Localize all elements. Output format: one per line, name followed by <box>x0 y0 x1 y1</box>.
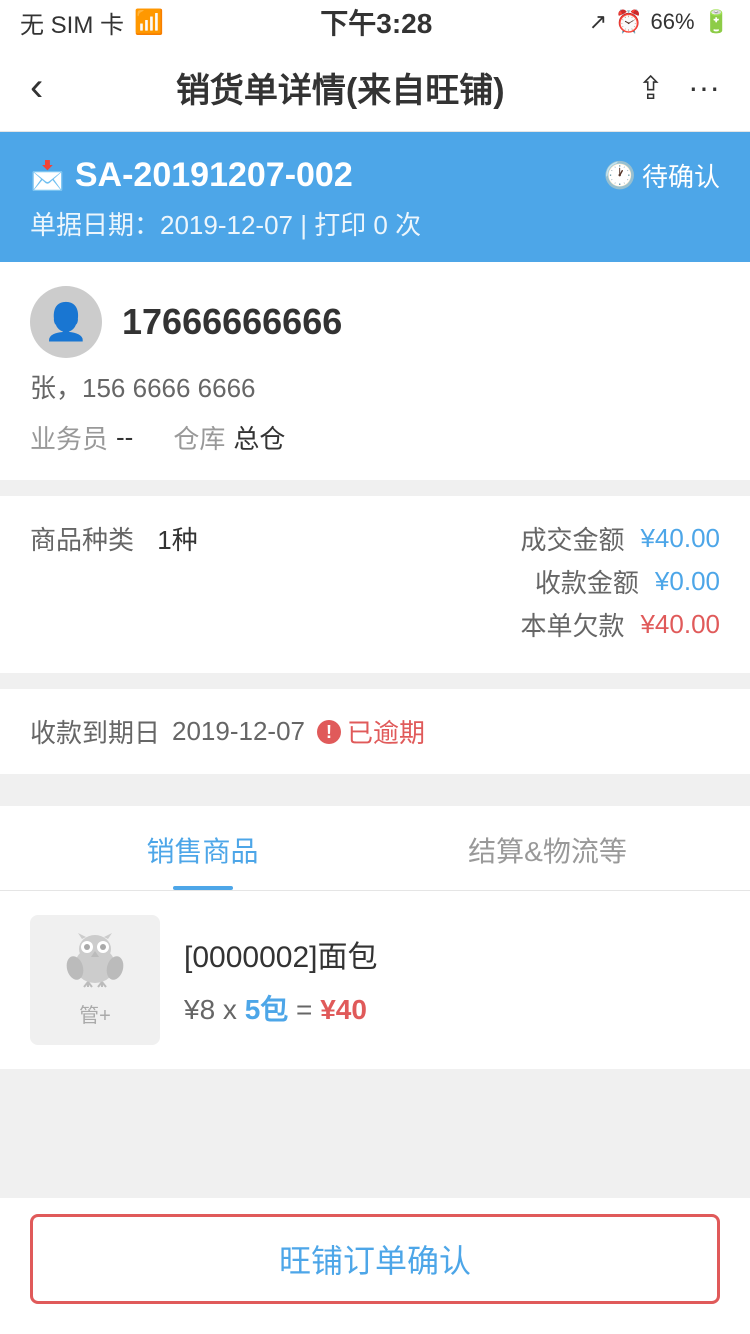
section-divider <box>0 790 750 806</box>
amount-row: 成交金额 ¥40.00 <box>520 520 720 557</box>
nav-bar: ‹ 销货单详情(来自旺铺) ⇪ ··· <box>0 44 750 132</box>
back-button[interactable]: ‹ <box>30 65 43 110</box>
received-row: 收款金额 ¥0.00 <box>520 563 720 600</box>
product-owl-icon: 管+ <box>60 933 130 1028</box>
status-left: 无 SIM 卡 📶 <box>20 5 164 40</box>
avatar-icon: 👤 <box>44 301 89 343</box>
tabs-bar: 销售商品 结算&物流等 <box>0 806 750 891</box>
salesperson-value: -- <box>116 422 133 453</box>
customer-top: 👤 17666666666 <box>30 286 720 358</box>
inbox-icon: 📩 <box>30 159 65 192</box>
product-image: 管+ <box>30 915 160 1045</box>
order-header: 📩 SA-20191207-002 🕐 待确认 单据日期：2019-12-07 … <box>0 132 750 262</box>
page-title: 销货单详情(来自旺铺) <box>176 63 505 112</box>
battery-text: 66% <box>651 9 695 35</box>
tab-sales-goods[interactable]: 销售商品 <box>30 806 375 890</box>
confirm-order-button[interactable]: 旺铺订单确认 <box>30 1214 720 1304</box>
bottom-bar: 旺铺订单确认 <box>0 1198 750 1334</box>
amount-value: ¥40.00 <box>640 523 720 554</box>
owed-value: ¥40.00 <box>640 609 720 640</box>
customer-name: 张，156 6666 6666 <box>30 368 720 405</box>
owed-label: 本单欠款 <box>520 606 624 643</box>
order-status: 🕐 待确认 <box>604 157 720 194</box>
clock-icon: 🕐 <box>604 160 636 191</box>
stats-section: 商品种类 1种 成交金额 ¥40.00 收款金额 ¥0.00 本单欠款 ¥40.… <box>0 496 750 673</box>
status-time: 下午3:28 <box>320 2 432 42</box>
owed-row: 本单欠款 ¥40.00 <box>520 606 720 643</box>
customer-phone: 17666666666 <box>122 301 342 343</box>
status-bar: 无 SIM 卡 📶 下午3:28 ↗ ⏰ 66% 🔋 <box>0 0 750 44</box>
order-date: 单据日期：2019-12-07 | 打印 0 次 <box>30 205 720 242</box>
price-base: ¥8 x <box>184 994 245 1025</box>
battery-icon: 🔋 <box>703 9 730 35</box>
customer-section: 👤 17666666666 张，156 6666 6666 业务员 -- 仓库 … <box>0 262 750 480</box>
tab-settlement[interactable]: 结算&物流等 <box>375 806 720 890</box>
product-info: [0000002]面包 ¥8 x 5包 = ¥40 <box>184 932 720 1028</box>
tabs-section: 销售商品 结算&物流等 <box>0 806 750 1069</box>
more-button[interactable]: ··· <box>688 69 720 106</box>
product-name: [0000002]面包 <box>184 932 720 976</box>
type-label: 商品种类 <box>30 525 134 555</box>
avatar: 👤 <box>30 286 102 358</box>
wifi-icon: 📶 <box>134 8 164 37</box>
stats-right: 成交金额 ¥40.00 收款金额 ¥0.00 本单欠款 ¥40.00 <box>520 520 720 649</box>
salesperson-item: 业务员 -- <box>30 419 133 456</box>
product-price: ¥8 x 5包 = ¥40 <box>184 988 720 1028</box>
overdue-text: 已逾期 <box>347 713 425 750</box>
received-value: ¥0.00 <box>655 566 720 597</box>
amount-label: 成交金额 <box>520 520 624 557</box>
carrier-text: 无 SIM 卡 <box>20 5 124 40</box>
salesperson-label: 业务员 <box>30 419 108 456</box>
product-item: 管+ [0000002]面包 ¥8 x 5包 = ¥40 <box>0 891 750 1069</box>
due-date: 2019-12-07 <box>172 716 305 747</box>
stats-left: 商品种类 1种 <box>30 520 198 557</box>
customer-meta: 业务员 -- 仓库 总仓 <box>30 419 720 456</box>
price-quantity: 5包 <box>245 994 289 1025</box>
received-label: 收款金额 <box>535 563 639 600</box>
alarm-icon: ⏰ <box>615 9 642 35</box>
order-header-top: 📩 SA-20191207-002 🕐 待确认 <box>30 156 720 195</box>
due-label: 收款到期日 <box>30 713 160 750</box>
order-id: 📩 SA-20191207-002 <box>30 156 353 195</box>
due-section: 收款到期日 2019-12-07 ! 已逾期 <box>0 689 750 774</box>
price-total: ¥40 <box>320 994 367 1025</box>
warehouse-label: 仓库 <box>173 419 225 456</box>
status-right: ↗ ⏰ 66% 🔋 <box>589 9 730 35</box>
nav-icons: ⇪ ··· <box>637 69 720 107</box>
price-equals: = <box>288 994 320 1025</box>
warehouse-item: 仓库 总仓 <box>173 419 285 456</box>
location-icon: ↗ <box>589 9 607 35</box>
warehouse-value: 总仓 <box>233 419 285 456</box>
warning-icon: ! <box>317 720 341 744</box>
type-value: 1种 <box>157 525 197 555</box>
share-button[interactable]: ⇪ <box>637 69 664 107</box>
overdue-badge: ! 已逾期 <box>317 713 425 750</box>
